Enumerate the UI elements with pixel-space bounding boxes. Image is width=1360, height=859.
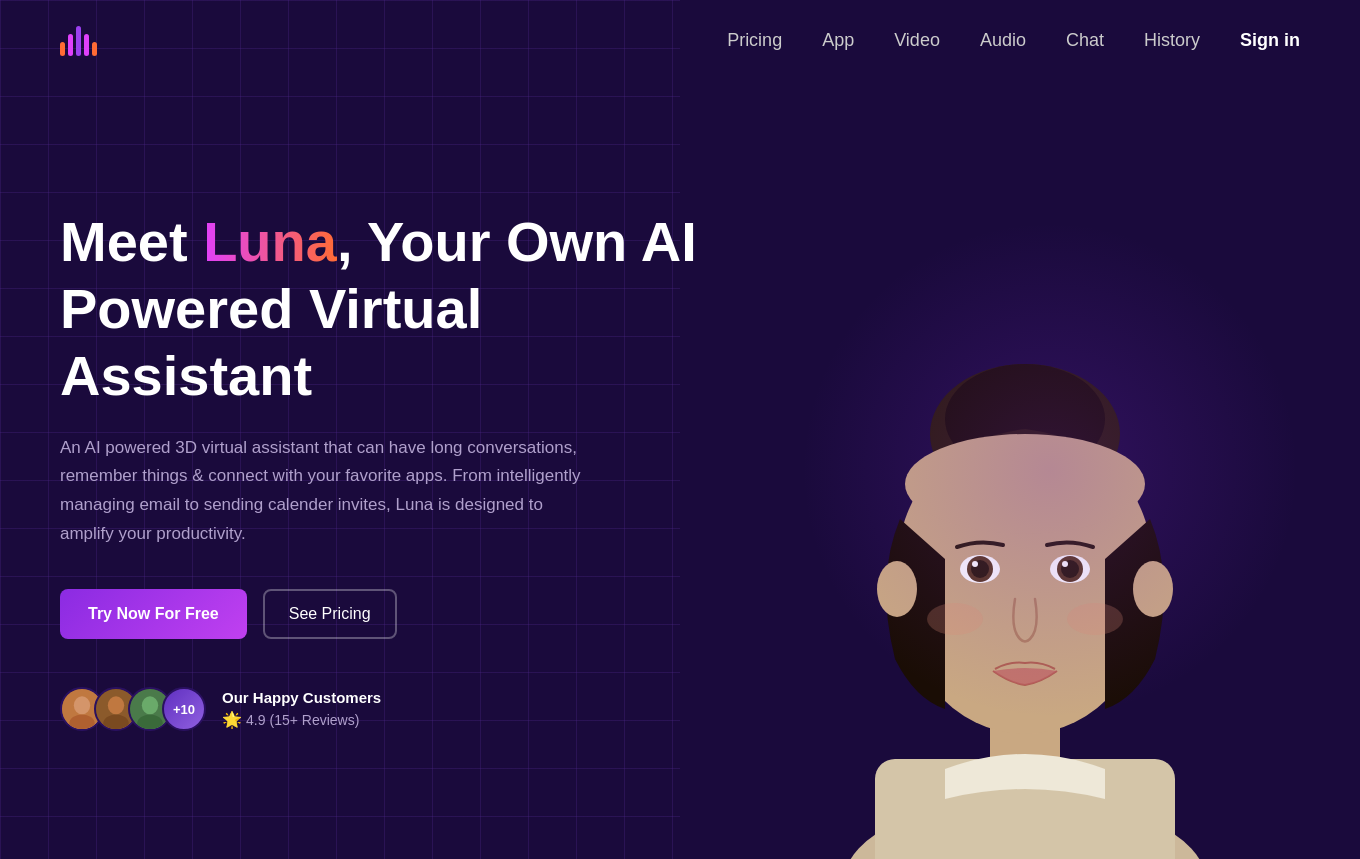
svg-point-1 [74,696,90,714]
svg-point-15 [905,434,1145,534]
avatar-stack: +10 [60,687,206,731]
svg-point-4 [108,696,124,714]
rating-value: 4.9 [246,712,265,728]
hero-description: An AI powered 3D virtual assistant that … [60,434,590,550]
logo[interactable] [60,24,97,56]
customer-rating: 🌟 4.9 (15+ Reviews) [222,710,381,729]
hero-section: Meet Luna, Your Own AI Powered Virtual A… [0,80,1360,859]
avatar-plus: +10 [162,687,206,731]
logo-icon [60,24,97,56]
nav-pricing[interactable]: Pricing [727,30,782,50]
nav-signin[interactable]: Sign in [1240,30,1300,50]
svg-point-19 [972,561,978,567]
svg-point-25 [1133,561,1173,617]
avatar-wrapper [750,80,1300,859]
nav-history[interactable]: History [1144,30,1200,50]
nav-links: Pricing App Video Audio Chat History Sig… [727,30,1300,51]
nav-audio[interactable]: Audio [980,30,1026,50]
hero-title-prefix: Meet [60,210,203,273]
customer-info: Our Happy Customers 🌟 4.9 (15+ Reviews) [222,689,381,729]
try-now-button[interactable]: Try Now For Free [60,589,247,639]
navbar: Pricing App Video Audio Chat History Sig… [0,0,1360,80]
customer-label: Our Happy Customers [222,689,381,706]
nav-video[interactable]: Video [894,30,940,50]
nav-chat[interactable]: Chat [1066,30,1104,50]
nav-app[interactable]: App [822,30,854,50]
svg-point-7 [142,696,158,714]
reviews-count: (15+ Reviews) [269,712,359,728]
avatar-3d-svg [815,179,1235,859]
hero-buttons: Try Now For Free See Pricing [60,589,742,639]
customers-section: +10 Our Happy Customers 🌟 4.9 (15+ Revie… [60,687,742,731]
see-pricing-button[interactable]: See Pricing [263,589,397,639]
star-icon: 🌟 [222,710,242,729]
svg-point-26 [927,603,983,635]
svg-point-23 [1062,561,1068,567]
hero-title: Meet Luna, Your Own AI Powered Virtual A… [60,208,742,410]
hero-image [742,80,1300,859]
svg-point-27 [1067,603,1123,635]
hero-title-brand: Luna [203,210,337,273]
hero-content: Meet Luna, Your Own AI Powered Virtual A… [60,208,742,731]
svg-point-24 [877,561,917,617]
